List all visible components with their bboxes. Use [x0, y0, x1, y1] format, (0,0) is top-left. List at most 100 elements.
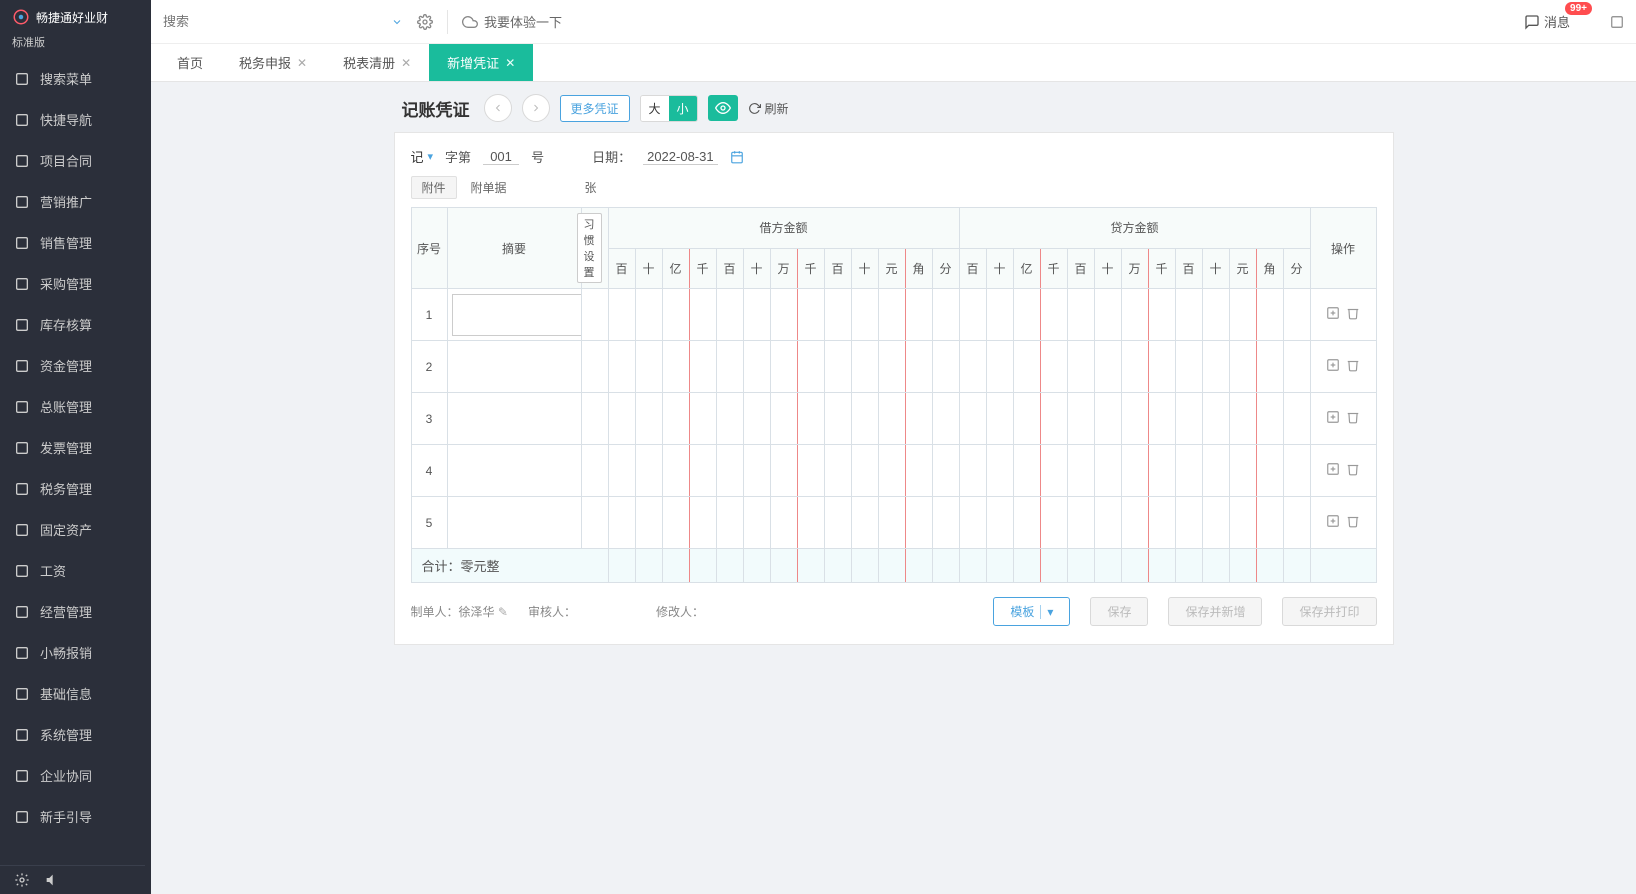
amount-digit-cell[interactable] [716, 289, 743, 341]
amount-digit-cell[interactable] [878, 289, 905, 341]
amount-digit-cell[interactable] [1121, 393, 1148, 445]
amount-digit-cell[interactable] [1148, 497, 1175, 549]
amount-digit-cell[interactable] [1013, 393, 1040, 445]
amount-digit-cell[interactable] [770, 289, 797, 341]
sidebar-item-1[interactable]: 快捷导航 [0, 99, 145, 140]
amount-digit-cell[interactable] [662, 393, 689, 445]
delete-row-icon[interactable] [1346, 462, 1360, 476]
add-row-icon[interactable] [1326, 462, 1340, 476]
habit-settings-button[interactable]: 习惯设置 [577, 213, 602, 283]
sidebar-item-6[interactable]: 库存核算 [0, 304, 145, 345]
amount-digit-cell[interactable] [1202, 341, 1229, 393]
amount-digit-cell[interactable] [959, 497, 986, 549]
subject-cell[interactable] [581, 393, 608, 445]
amount-digit-cell[interactable] [878, 341, 905, 393]
amount-digit-cell[interactable] [1121, 341, 1148, 393]
voucher-type-select[interactable]: 记 ▾ [411, 147, 434, 166]
amount-digit-cell[interactable] [1148, 289, 1175, 341]
calendar-icon[interactable] [730, 150, 744, 164]
amount-digit-cell[interactable] [608, 393, 635, 445]
amount-digit-cell[interactable] [1256, 497, 1283, 549]
subject-cell[interactable] [581, 445, 608, 497]
amount-digit-cell[interactable] [608, 497, 635, 549]
amount-digit-cell[interactable] [959, 289, 986, 341]
amount-digit-cell[interactable] [662, 497, 689, 549]
amount-digit-cell[interactable] [905, 445, 932, 497]
amount-digit-cell[interactable] [851, 393, 878, 445]
amount-digit-cell[interactable] [1229, 393, 1256, 445]
message-button[interactable]: 消息 99+ [1524, 12, 1570, 31]
summary-input[interactable] [452, 294, 585, 336]
sidebar-item-4[interactable]: 销售管理 [0, 222, 145, 263]
amount-digit-cell[interactable] [635, 289, 662, 341]
amount-digit-cell[interactable] [932, 341, 959, 393]
save-button[interactable]: 保存 [1090, 597, 1148, 626]
amount-digit-cell[interactable] [1202, 445, 1229, 497]
amount-digit-cell[interactable] [1040, 445, 1067, 497]
amount-digit-cell[interactable] [1013, 289, 1040, 341]
amount-digit-cell[interactable] [608, 341, 635, 393]
amount-digit-cell[interactable] [743, 393, 770, 445]
amount-digit-cell[interactable] [905, 497, 932, 549]
next-voucher-button[interactable] [522, 94, 550, 122]
amount-digit-cell[interactable] [770, 445, 797, 497]
amount-digit-cell[interactable] [1175, 393, 1202, 445]
amount-digit-cell[interactable] [959, 341, 986, 393]
search-dropdown-icon[interactable] [391, 16, 403, 28]
amount-digit-cell[interactable] [824, 393, 851, 445]
amount-digit-cell[interactable] [1121, 445, 1148, 497]
tab-close-icon[interactable]: ✕ [297, 56, 307, 70]
amount-digit-cell[interactable] [1121, 289, 1148, 341]
search-input[interactable] [163, 14, 383, 29]
subject-cell[interactable] [581, 341, 608, 393]
amount-digit-cell[interactable] [1067, 289, 1094, 341]
amount-digit-cell[interactable] [797, 497, 824, 549]
template-button[interactable]: 模板▾ [993, 597, 1070, 626]
amount-digit-cell[interactable] [986, 289, 1013, 341]
amount-digit-cell[interactable] [851, 289, 878, 341]
amount-digit-cell[interactable] [1148, 393, 1175, 445]
sidebar-item-16[interactable]: 系统管理 [0, 714, 145, 755]
amount-digit-cell[interactable] [905, 393, 932, 445]
sidebar-item-0[interactable]: 搜索菜单 [0, 58, 145, 99]
amount-digit-cell[interactable] [743, 445, 770, 497]
amount-digit-cell[interactable] [824, 497, 851, 549]
amount-digit-cell[interactable] [1148, 445, 1175, 497]
summary-cell[interactable] [447, 341, 581, 393]
amount-digit-cell[interactable] [1148, 341, 1175, 393]
amount-digit-cell[interactable] [689, 393, 716, 445]
amount-digit-cell[interactable] [959, 445, 986, 497]
size-small-button[interactable]: 小 [669, 96, 697, 121]
amount-digit-cell[interactable] [1094, 445, 1121, 497]
delete-row-icon[interactable] [1346, 410, 1360, 424]
amount-digit-cell[interactable] [1067, 497, 1094, 549]
summary-cell[interactable] [447, 445, 581, 497]
date-input[interactable]: 2022-08-31 [643, 149, 718, 165]
amount-digit-cell[interactable] [662, 445, 689, 497]
tab-0[interactable]: 首页 [159, 44, 221, 81]
experience-link[interactable]: 我要体验一下 [462, 12, 562, 31]
amount-digit-cell[interactable] [986, 497, 1013, 549]
sidebar-item-7[interactable]: 资金管理 [0, 345, 145, 386]
amount-digit-cell[interactable] [770, 497, 797, 549]
amount-digit-cell[interactable] [1229, 445, 1256, 497]
amount-digit-cell[interactable] [1040, 341, 1067, 393]
amount-digit-cell[interactable] [1094, 289, 1121, 341]
amount-digit-cell[interactable] [1229, 497, 1256, 549]
amount-digit-cell[interactable] [1283, 497, 1310, 549]
amount-digit-cell[interactable] [878, 497, 905, 549]
amount-digit-cell[interactable] [608, 289, 635, 341]
amount-digit-cell[interactable] [1040, 497, 1067, 549]
amount-digit-cell[interactable] [986, 393, 1013, 445]
amount-digit-cell[interactable] [932, 289, 959, 341]
amount-digit-cell[interactable] [1229, 341, 1256, 393]
amount-digit-cell[interactable] [878, 393, 905, 445]
amount-digit-cell[interactable] [1013, 497, 1040, 549]
sidebar-item-11[interactable]: 固定资产 [0, 509, 145, 550]
prev-voucher-button[interactable] [484, 94, 512, 122]
amount-digit-cell[interactable] [1121, 497, 1148, 549]
amount-digit-cell[interactable] [716, 341, 743, 393]
amount-digit-cell[interactable] [797, 393, 824, 445]
summary-cell[interactable] [447, 289, 581, 341]
add-row-icon[interactable] [1326, 410, 1340, 424]
